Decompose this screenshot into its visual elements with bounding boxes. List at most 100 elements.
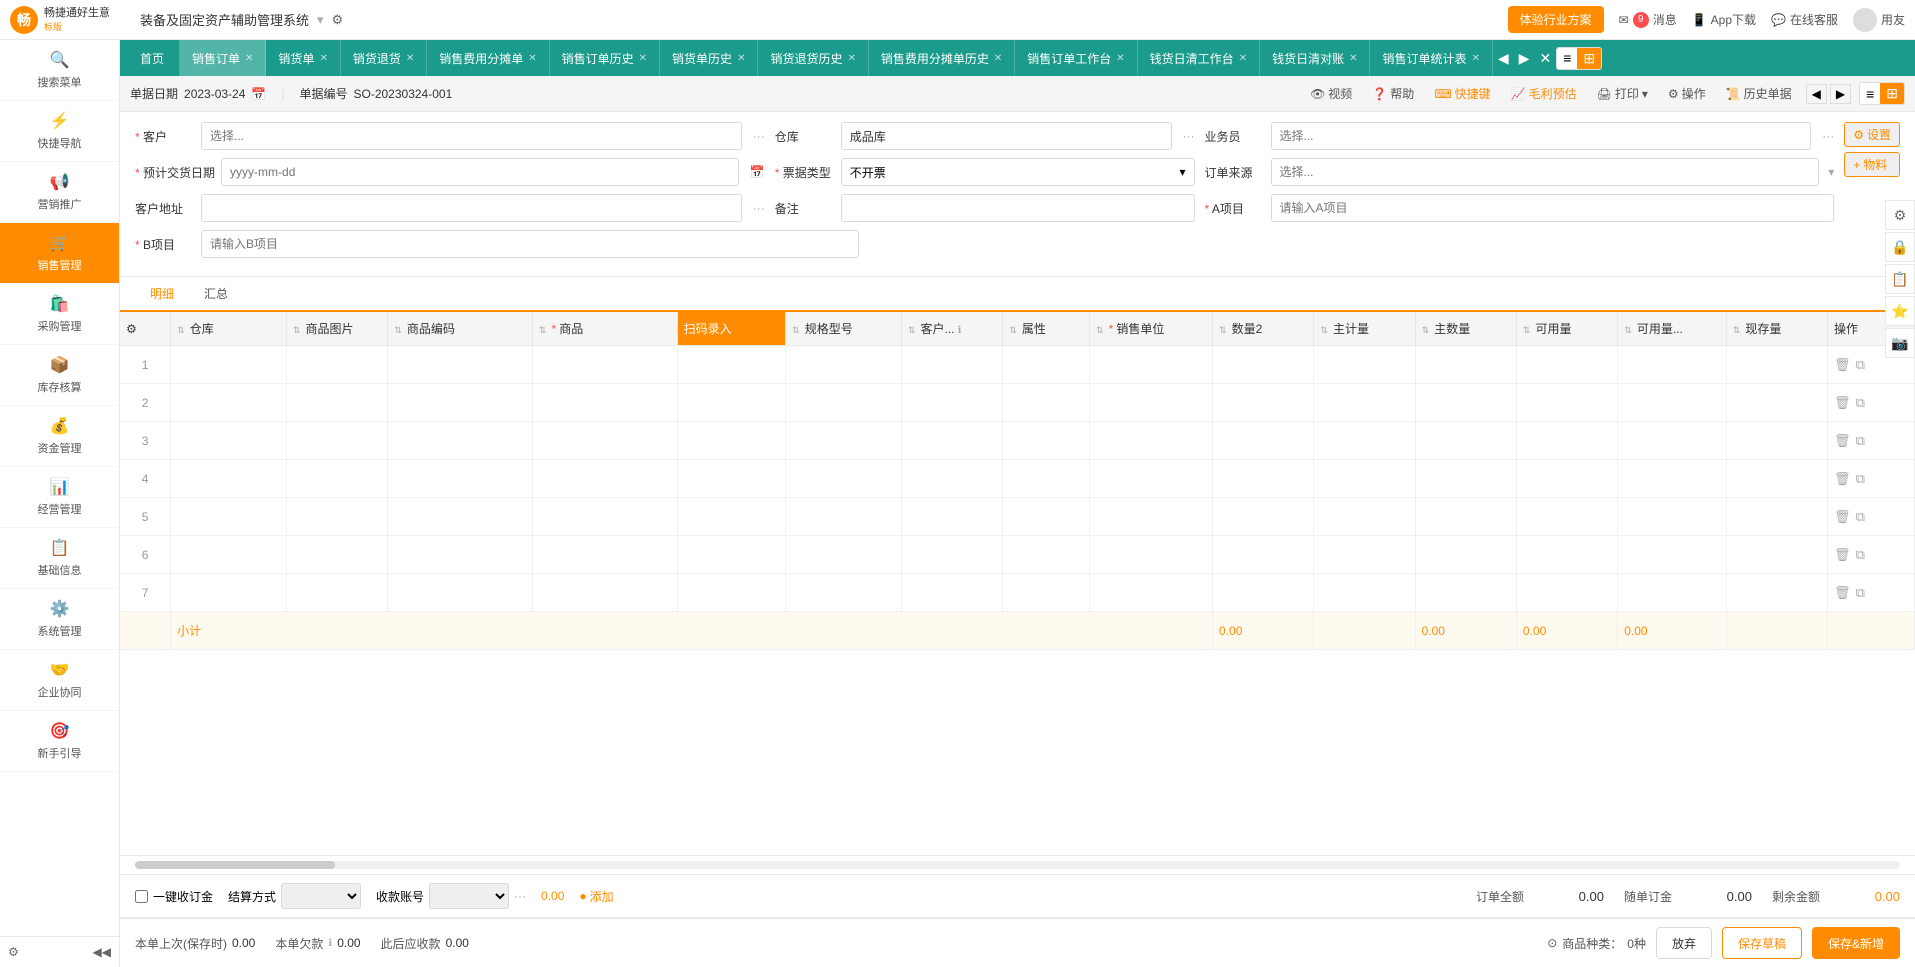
row-3-main-unit[interactable] <box>1314 422 1415 460</box>
row-4-customer-code[interactable] <box>901 460 1002 498</box>
tab-expense-split[interactable]: 销售费用分摊单 ✕ <box>427 40 549 76</box>
row-7-customer-code[interactable] <box>901 574 1002 612</box>
row-3-stock[interactable] <box>1726 422 1827 460</box>
row-7-warehouse[interactable] <box>171 574 287 612</box>
sidebar-collapse-icon[interactable]: ◀◀ <box>93 945 111 959</box>
row-2-stock[interactable] <box>1726 384 1827 422</box>
sidebar-settings-icon[interactable]: ⚙ <box>8 945 19 959</box>
row-4-product-code[interactable] <box>388 460 533 498</box>
row-2-spec[interactable] <box>786 384 902 422</box>
float-star-btn[interactable]: ⭐ <box>1885 296 1915 326</box>
row-6-attribute[interactable] <box>1003 536 1090 574</box>
account-select[interactable] <box>429 883 509 909</box>
row-4-spec[interactable] <box>786 460 902 498</box>
form-view-grid-btn[interactable]: ⊞ <box>1880 83 1904 104</box>
row-3-warehouse[interactable] <box>171 422 287 460</box>
row-4-main-unit[interactable] <box>1314 460 1415 498</box>
row-2-customer-code[interactable] <box>901 384 1002 422</box>
sidebar-item-purchase[interactable]: 🛍️ 采购管理 <box>0 284 119 345</box>
float-lock-btn[interactable]: 🔒 <box>1885 232 1915 262</box>
sidebar-item-finance[interactable]: 💰 资金管理 <box>0 406 119 467</box>
float-settings-btn[interactable]: ⚙ <box>1885 200 1915 230</box>
col-settings[interactable]: ⚙ <box>120 312 171 346</box>
row-5-product-code[interactable] <box>388 498 533 536</box>
row-7-main-qty[interactable] <box>1415 574 1516 612</box>
save-new-btn[interactable]: 保存&新增 <box>1812 927 1900 959</box>
sidebar-item-shortcut[interactable]: ⚡ 快捷导航 <box>0 101 119 162</box>
tab-close-all-btn[interactable]: ✕ <box>1534 50 1556 67</box>
invoice-select[interactable]: 不开票 ▾ <box>841 158 1195 186</box>
delivery-calendar-icon[interactable]: 📅 <box>750 165 765 179</box>
one-click-checkout-input[interactable] <box>135 890 148 903</box>
row-1-spec[interactable] <box>786 346 902 384</box>
tab-sales-order[interactable]: 销售订单 ✕ <box>180 40 266 76</box>
order-source-input[interactable] <box>1271 158 1820 186</box>
sales-unit-sort-icon[interactable]: ⇅ <box>1096 325 1104 335</box>
row-3-spec[interactable] <box>786 422 902 460</box>
tab-reconcile-close[interactable]: ✕ <box>1349 53 1357 64</box>
row-2-product-image[interactable] <box>286 384 387 422</box>
row-4-scan[interactable] <box>677 460 786 498</box>
row-3-product[interactable] <box>532 422 677 460</box>
tab-expense-split-close[interactable]: ✕ <box>528 53 536 64</box>
row-5-main-unit[interactable] <box>1314 498 1415 536</box>
warehouse-sort-icon[interactable]: ⇅ <box>177 325 185 335</box>
tab-statistics-close[interactable]: ✕ <box>1472 53 1480 64</box>
tab-invoice-history-close[interactable]: ✕ <box>737 53 745 64</box>
row-1-delete-icon[interactable]: 🗑 <box>1834 357 1851 373</box>
customer-input[interactable] <box>201 122 742 150</box>
view-grid-btn[interactable]: ⊞ <box>1577 48 1601 69</box>
row-3-quantity2[interactable] <box>1213 422 1314 460</box>
sidebar-item-inventory[interactable]: 📦 库存核算 <box>0 345 119 406</box>
row-7-scan[interactable] <box>677 574 786 612</box>
row-4-main-qty[interactable] <box>1415 460 1516 498</box>
row-6-main-unit[interactable] <box>1314 536 1415 574</box>
address-dots[interactable]: ··· <box>753 201 765 215</box>
tab-order-history-close[interactable]: ✕ <box>639 53 647 64</box>
row-7-main-unit[interactable] <box>1314 574 1415 612</box>
row-6-spec[interactable] <box>786 536 902 574</box>
row-6-available2[interactable] <box>1618 536 1727 574</box>
settings-icon[interactable]: ⚙ <box>332 12 344 28</box>
row-3-attribute[interactable] <box>1003 422 1090 460</box>
tab-sales-order-close[interactable]: ✕ <box>245 53 253 64</box>
row-1-product[interactable] <box>532 346 677 384</box>
discard-btn[interactable]: 放弃 <box>1656 927 1712 959</box>
row-5-delete-icon[interactable]: 🗑 <box>1834 509 1851 525</box>
row-2-main-unit[interactable] <box>1314 384 1415 422</box>
row-4-sales-unit[interactable] <box>1090 460 1213 498</box>
row-2-product-code[interactable] <box>388 384 533 422</box>
row-3-available[interactable] <box>1516 422 1617 460</box>
row-7-available[interactable] <box>1516 574 1617 612</box>
row-7-copy-icon[interactable]: ⧉ <box>1856 585 1865 601</box>
row-1-scan[interactable] <box>677 346 786 384</box>
row-5-available2[interactable] <box>1618 498 1727 536</box>
a-project-input[interactable] <box>1271 194 1835 222</box>
row-2-sales-unit[interactable] <box>1090 384 1213 422</box>
warehouse-dots[interactable]: ··· <box>1183 129 1195 143</box>
row-1-product-code[interactable] <box>388 346 533 384</box>
row-7-product-code[interactable] <box>388 574 533 612</box>
delivery-input[interactable] <box>221 158 739 186</box>
row-4-stock[interactable] <box>1726 460 1827 498</box>
row-3-product-image[interactable] <box>286 422 387 460</box>
tab-order-workbench[interactable]: 销售订单工作台 ✕ <box>1015 40 1137 76</box>
user-btn[interactable]: 用友 <box>1853 8 1905 32</box>
spec-sort-icon[interactable]: ⇅ <box>792 325 800 335</box>
print-dropdown-icon[interactable]: ▾ <box>1642 87 1648 101</box>
float-camera-btn[interactable]: 📷 <box>1885 328 1915 358</box>
row-1-warehouse[interactable] <box>171 346 287 384</box>
date-calendar-icon[interactable]: 📅 <box>251 87 266 101</box>
quantity2-sort-icon[interactable]: ⇅ <box>1219 325 1227 335</box>
tab-return-history-close[interactable]: ✕ <box>847 53 855 64</box>
col-settings-icon[interactable]: ⚙ <box>126 322 137 336</box>
order-source-dropdown-icon[interactable]: ▾ <box>1828 165 1834 179</box>
row-4-delete-icon[interactable]: 🗑 <box>1834 471 1851 487</box>
row-6-product-image[interactable] <box>286 536 387 574</box>
tab-invoice-history[interactable]: 销货单历史 ✕ <box>660 40 758 76</box>
row-7-attribute[interactable] <box>1003 574 1090 612</box>
row-6-customer-code[interactable] <box>901 536 1002 574</box>
warehouse-select[interactable]: 成品库 <box>841 122 1172 150</box>
form-view-list-btn[interactable]: ≡ <box>1860 83 1880 104</box>
row-1-stock[interactable] <box>1726 346 1827 384</box>
